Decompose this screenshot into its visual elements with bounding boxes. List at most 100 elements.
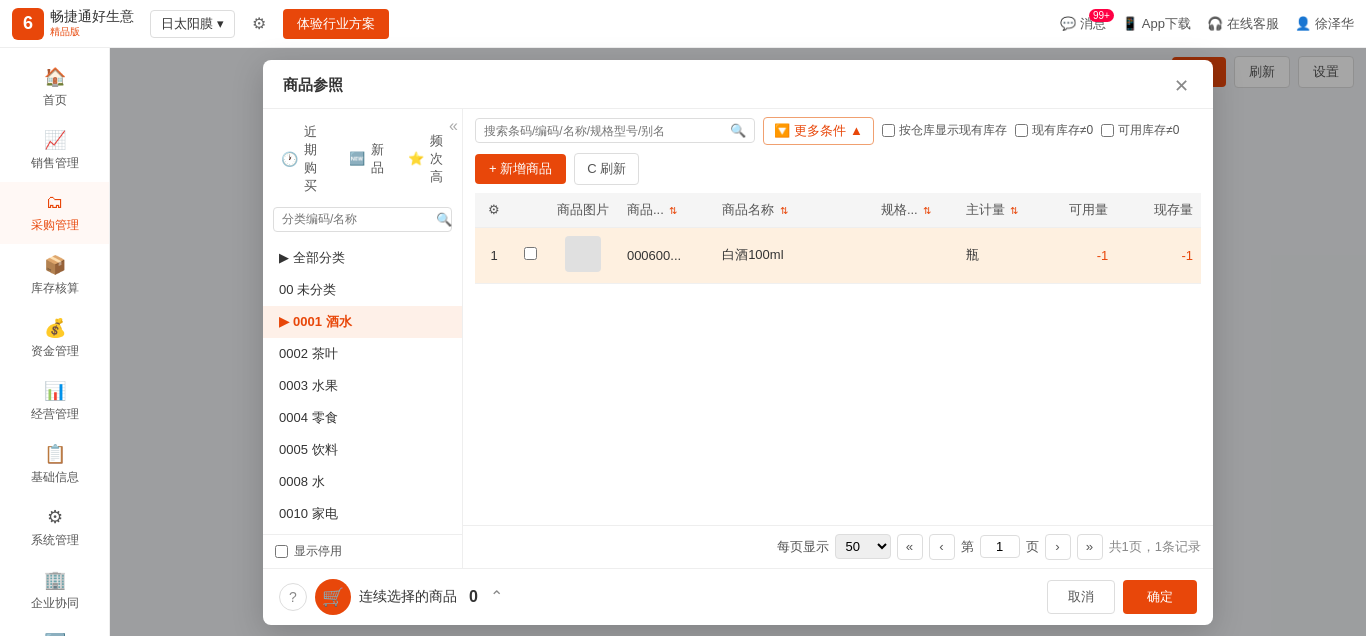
th-name[interactable]: 商品名称 ⇅ bbox=[714, 193, 873, 228]
tab-recent-label: 近期购买 bbox=[304, 123, 325, 195]
product-table-wrap: ⚙ 商品图片 商品... ⇅ bbox=[463, 193, 1213, 525]
message-badge: 99+ bbox=[1089, 9, 1114, 22]
available-stock-filter-checkbox[interactable] bbox=[1101, 124, 1114, 137]
headphone-icon: 🎧 bbox=[1207, 16, 1223, 31]
cat-appliance[interactable]: 0010 家电 bbox=[263, 498, 462, 530]
th-spec[interactable]: 规格... ⇅ bbox=[873, 193, 958, 228]
filter-icon: 🔽 bbox=[774, 123, 790, 138]
more-filter-btn[interactable]: 🔽 更多条件 ▲ bbox=[763, 117, 874, 145]
cat-water[interactable]: 0008 水 bbox=[263, 466, 462, 498]
tab-recent-purchase[interactable]: 🕐 近期购买 bbox=[271, 117, 335, 201]
per-page-select[interactable]: 50 100 200 bbox=[835, 534, 891, 559]
page-suffix-label: 页 bbox=[1026, 538, 1039, 556]
cancel-btn[interactable]: 取消 bbox=[1047, 580, 1115, 614]
cat-beverage[interactable]: 0005 饮料 bbox=[263, 434, 462, 466]
sidebar-item-inventory[interactable]: 📦 库存核算 bbox=[0, 244, 109, 307]
tab-new-label: 新品 bbox=[371, 141, 384, 177]
sidebar-item-system[interactable]: ⚙ 系统管理 bbox=[0, 496, 109, 559]
cell-img bbox=[547, 227, 619, 283]
confirm-btn[interactable]: 确定 bbox=[1123, 580, 1197, 614]
sidebar-item-sales[interactable]: 📈 销售管理 bbox=[0, 119, 109, 182]
sidebar-label-system: 系统管理 bbox=[31, 532, 79, 549]
tab-high-freq[interactable]: ⭐ 频次高 bbox=[398, 117, 454, 201]
product-search-box: 🔍 bbox=[475, 118, 755, 143]
topbar: 6 畅捷通好生意 精品版 日太阳膜 ▾ ⚙ 体验行业方案 💬 消息 99+ 📱 … bbox=[0, 0, 1366, 48]
user-menu[interactable]: 👤 徐泽华 bbox=[1295, 15, 1354, 33]
page-number-input[interactable] bbox=[980, 535, 1020, 558]
total-info: 共1页，1条记录 bbox=[1109, 538, 1201, 556]
cat-liquor[interactable]: ▶ 0001 酒水 bbox=[263, 306, 462, 338]
topbar-dropdown[interactable]: 日太阳膜 ▾ bbox=[150, 10, 235, 38]
available-stock-filter-label[interactable]: 可用库存≠0 bbox=[1101, 122, 1179, 139]
gear-button[interactable]: ⚙ bbox=[243, 8, 275, 40]
left-panel: 🕐 近期购买 🆕 新品 ⭐ 频次高 « bbox=[263, 109, 463, 568]
warehouse-filter-label[interactable]: 按仓库显示现有库存 bbox=[882, 122, 1007, 139]
cell-name: 白酒100ml bbox=[714, 227, 873, 283]
cell-code: 000600... bbox=[619, 227, 714, 283]
experience-btn[interactable]: 体验行业方案 bbox=[283, 9, 389, 39]
cat-all[interactable]: ▶ 全部分类 bbox=[263, 242, 462, 274]
cell-stock: -1 bbox=[1116, 227, 1201, 283]
spec-sort-icon: ⇅ bbox=[923, 205, 931, 216]
tab-new-product[interactable]: 🆕 新品 bbox=[339, 117, 394, 201]
collapse-left-btn[interactable]: « bbox=[449, 117, 458, 135]
user-name: 徐泽华 bbox=[1315, 15, 1354, 33]
app-download-btn[interactable]: 📱 App下载 bbox=[1122, 15, 1191, 33]
help-btn[interactable]: ? bbox=[279, 583, 307, 611]
sidebar: 🏠 首页 📈 销售管理 🗂 采购管理 📦 库存核算 💰 资金管理 📊 经营管理 … bbox=[0, 48, 110, 636]
sidebar-label-sales: 销售管理 bbox=[31, 155, 79, 172]
message-icon: 💬 bbox=[1060, 16, 1076, 31]
product-search-input[interactable] bbox=[484, 124, 726, 138]
th-unit[interactable]: 主计量 ⇅ bbox=[958, 193, 1032, 228]
filter-arrow-icon: ▲ bbox=[850, 123, 863, 138]
product-image bbox=[565, 236, 601, 272]
last-page-btn[interactable]: » bbox=[1077, 534, 1103, 560]
finance-icon: 💰 bbox=[44, 317, 66, 339]
cat-tea[interactable]: 0002 茶叶 bbox=[263, 338, 462, 370]
sidebar-item-purchase[interactable]: 🗂 采购管理 bbox=[0, 182, 109, 244]
online-service-btn[interactable]: 🎧 在线客服 bbox=[1207, 15, 1279, 33]
modal-body: 🕐 近期购买 🆕 新品 ⭐ 频次高 « bbox=[263, 109, 1213, 568]
show-disabled-checkbox[interactable] bbox=[275, 545, 288, 558]
category-search-icon: 🔍 bbox=[436, 212, 452, 227]
sidebar-item-operations[interactable]: 📊 经营管理 bbox=[0, 370, 109, 433]
logo-sub: 精品版 bbox=[50, 25, 134, 39]
cat-fruit[interactable]: 0003 水果 bbox=[263, 370, 462, 402]
category-search-input[interactable] bbox=[282, 212, 432, 226]
basic-info-icon: 📋 bbox=[44, 443, 66, 465]
sidebar-item-enterprise[interactable]: 🏢 企业协同 bbox=[0, 559, 109, 622]
table-row[interactable]: 1 000600... 白酒100ml bbox=[475, 227, 1201, 283]
sidebar-item-basic-info[interactable]: 📋 基础信息 bbox=[0, 433, 109, 496]
next-page-btn[interactable]: › bbox=[1045, 534, 1071, 560]
cell-unit: 瓶 bbox=[958, 227, 1032, 283]
warehouse-filter-checkbox[interactable] bbox=[882, 124, 895, 137]
sidebar-item-finance[interactable]: 💰 资金管理 bbox=[0, 307, 109, 370]
cell-check[interactable] bbox=[513, 227, 547, 283]
sidebar-item-home[interactable]: 🏠 首页 bbox=[0, 56, 109, 119]
new-icon: 🆕 bbox=[349, 151, 365, 166]
th-code[interactable]: 商品... ⇅ bbox=[619, 193, 714, 228]
th-stock: 现存量 bbox=[1116, 193, 1201, 228]
recent-icon: 🕐 bbox=[281, 151, 298, 167]
messages-btn[interactable]: 💬 消息 99+ bbox=[1060, 15, 1106, 33]
th-avail: 可用量 bbox=[1032, 193, 1117, 228]
first-page-btn[interactable]: « bbox=[897, 534, 923, 560]
cart-btn[interactable]: 🛒 bbox=[315, 579, 351, 615]
cat-uncategorized[interactable]: 00 未分类 bbox=[263, 274, 462, 306]
add-product-btn[interactable]: + 新增商品 bbox=[475, 154, 566, 184]
sidebar-label-basic-info: 基础信息 bbox=[31, 469, 79, 486]
cat-snack[interactable]: 0004 零食 bbox=[263, 402, 462, 434]
system-icon: ⚙ bbox=[47, 506, 63, 528]
collapse-footer-btn[interactable]: ⌃ bbox=[490, 587, 503, 606]
prev-page-btn[interactable]: ‹ bbox=[929, 534, 955, 560]
modal-close-btn[interactable]: ✕ bbox=[1169, 74, 1193, 98]
row-checkbox[interactable] bbox=[524, 247, 537, 260]
category-search-area: 🔍 bbox=[263, 201, 462, 238]
refresh-btn[interactable]: C 刷新 bbox=[574, 153, 639, 185]
th-spec-label: 规格... bbox=[881, 202, 918, 217]
sidebar-item-guide[interactable]: 🆕 新手引导 bbox=[0, 622, 109, 636]
current-stock-filter-checkbox[interactable] bbox=[1015, 124, 1028, 137]
sidebar-label-inventory: 库存核算 bbox=[31, 280, 79, 297]
current-stock-filter-label[interactable]: 现有库存≠0 bbox=[1015, 122, 1093, 139]
cat-all-label: 全部分类 bbox=[293, 249, 345, 267]
